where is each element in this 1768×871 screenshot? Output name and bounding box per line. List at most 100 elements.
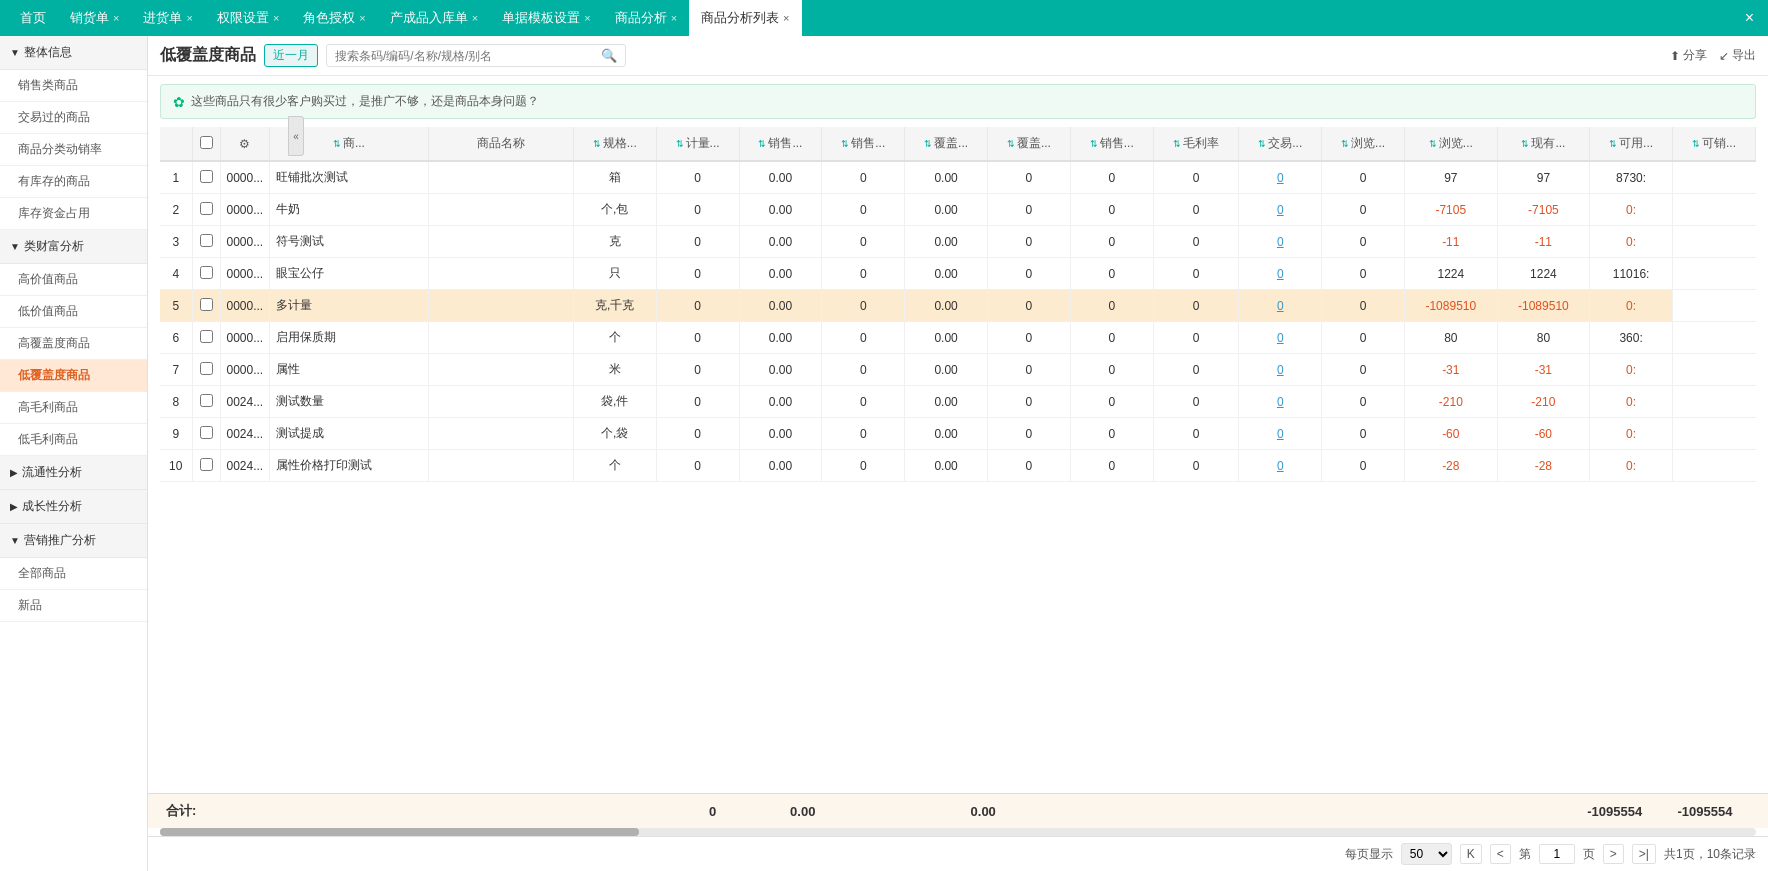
- sidebar-section-marketing[interactable]: ▼ 营销推广分析: [0, 524, 147, 558]
- cell-browse1[interactable]: 0: [1239, 290, 1322, 322]
- close-icon[interactable]: ×: [584, 12, 590, 24]
- cell-browse1[interactable]: 0: [1239, 354, 1322, 386]
- cell-check[interactable]: [192, 258, 220, 290]
- horizontal-scrollbar[interactable]: [160, 828, 639, 836]
- sidebar-section-liquidity[interactable]: ▶ 流通性分析: [0, 456, 147, 490]
- cell-cover-qty: 0: [822, 161, 905, 194]
- nav-templates[interactable]: 单据模板设置 ×: [490, 0, 602, 36]
- select-all-checkbox[interactable]: [200, 136, 213, 149]
- nav-permissions[interactable]: 权限设置 ×: [205, 0, 291, 36]
- nav-purchase[interactable]: 进货单 ×: [131, 0, 204, 36]
- cell-check[interactable]: [192, 226, 220, 258]
- next-page-button[interactable]: >: [1603, 844, 1624, 864]
- nav-analysis-list[interactable]: 商品分析列表 ×: [689, 0, 801, 36]
- cell-check[interactable]: [192, 450, 220, 482]
- row-checkbox[interactable]: [200, 298, 213, 311]
- sidebar-section-wealth[interactable]: ▼ 类财富分析: [0, 230, 147, 264]
- cell-check[interactable]: [192, 322, 220, 354]
- sidebar-section-overall[interactable]: ▼ 整体信息: [0, 36, 147, 70]
- cell-browse1[interactable]: 0: [1239, 258, 1322, 290]
- search-input[interactable]: [335, 49, 601, 63]
- table-row: 8 0024... 测试数量 袋,件 0 0.00 0 0.00 0 0 0 0…: [160, 386, 1756, 418]
- cell-sold-customers: 0: [987, 450, 1070, 482]
- share-button[interactable]: ⬆ 分享: [1670, 47, 1707, 64]
- cell-gross-rate: 0: [1070, 290, 1153, 322]
- nav-products[interactable]: 产成品入库单 ×: [378, 0, 490, 36]
- row-checkbox[interactable]: [200, 458, 213, 471]
- sidebar-item-stock-capital[interactable]: 库存资金占用: [0, 198, 147, 230]
- cell-browse1[interactable]: 0: [1239, 226, 1322, 258]
- row-checkbox[interactable]: [200, 266, 213, 279]
- nav-analysis[interactable]: 商品分析 ×: [603, 0, 689, 36]
- cell-cover-rate: 0.00: [905, 258, 988, 290]
- table-row: 7 0000... 属性 米 0 0.00 0 0.00 0 0 0 0 0 -…: [160, 354, 1756, 386]
- total-label: 合计:: [166, 802, 196, 820]
- close-icon[interactable]: ×: [273, 12, 279, 24]
- cell-browse1[interactable]: 0: [1239, 161, 1322, 194]
- export-button[interactable]: ↙ 导出: [1719, 47, 1756, 64]
- sidebar-collapse-button[interactable]: «: [288, 116, 304, 156]
- cell-sellable: 0:: [1590, 194, 1673, 226]
- cell-cover-qty: 0: [822, 322, 905, 354]
- sidebar-item-low-margin[interactable]: 低毛利商品: [0, 424, 147, 456]
- sidebar-item-high-coverage[interactable]: 高覆盖度商品: [0, 328, 147, 360]
- sidebar-item-sales-goods[interactable]: 销售类商品: [0, 70, 147, 102]
- sidebar-section-growth[interactable]: ▶ 成长性分析: [0, 490, 147, 524]
- date-filter-button[interactable]: 近一月: [264, 44, 318, 67]
- cell-sold-customers: 0: [987, 418, 1070, 450]
- sidebar-item-traded-goods[interactable]: 交易过的商品: [0, 102, 147, 134]
- cell-spec: [428, 226, 573, 258]
- export-icon: ↙: [1719, 49, 1729, 63]
- cell-current-stock: -28: [1405, 450, 1498, 482]
- page-number-input[interactable]: [1539, 844, 1575, 864]
- cell-browse1[interactable]: 0: [1239, 386, 1322, 418]
- col-settings[interactable]: ⚙: [220, 127, 270, 161]
- close-icon[interactable]: ×: [186, 12, 192, 24]
- sidebar-item-low-coverage[interactable]: 低覆盖度商品: [0, 360, 147, 392]
- cell-idx: 3: [160, 226, 192, 258]
- close-all-button[interactable]: ×: [1739, 7, 1760, 29]
- cell-browse1[interactable]: 0: [1239, 450, 1322, 482]
- cell-sellable: 0:: [1590, 450, 1673, 482]
- cell-check[interactable]: [192, 418, 220, 450]
- row-checkbox[interactable]: [200, 426, 213, 439]
- nav-sales[interactable]: 销货单 ×: [58, 0, 131, 36]
- cell-browse1[interactable]: 0: [1239, 194, 1322, 226]
- cell-check[interactable]: [192, 354, 220, 386]
- cell-check[interactable]: [192, 290, 220, 322]
- cell-check[interactable]: [192, 194, 220, 226]
- row-checkbox[interactable]: [200, 202, 213, 215]
- sidebar-item-high-margin[interactable]: 高毛利商品: [0, 392, 147, 424]
- close-icon[interactable]: ×: [359, 12, 365, 24]
- last-page-button[interactable]: >|: [1632, 844, 1656, 864]
- cell-browse1[interactable]: 0: [1239, 418, 1322, 450]
- row-checkbox[interactable]: [200, 330, 213, 343]
- cell-sold-customers: 0: [987, 194, 1070, 226]
- first-page-button[interactable]: K: [1460, 844, 1482, 864]
- cell-check[interactable]: [192, 161, 220, 194]
- close-icon[interactable]: ×: [671, 12, 677, 24]
- page-size-select[interactable]: 50 100 200: [1401, 843, 1452, 865]
- cell-check[interactable]: [192, 386, 220, 418]
- nav-home[interactable]: 首页: [8, 0, 58, 36]
- close-icon[interactable]: ×: [472, 12, 478, 24]
- sidebar-item-category-rate[interactable]: 商品分类动销率: [0, 134, 147, 166]
- cell-browse1[interactable]: 0: [1239, 322, 1322, 354]
- row-checkbox[interactable]: [200, 394, 213, 407]
- sidebar-item-low-value[interactable]: 低价值商品: [0, 296, 147, 328]
- prev-page-button[interactable]: <: [1490, 844, 1511, 864]
- sidebar-item-in-stock[interactable]: 有库存的商品: [0, 166, 147, 198]
- close-icon[interactable]: ×: [783, 12, 789, 24]
- cell-cover-rate: 0.00: [905, 450, 988, 482]
- cell-spec: [428, 258, 573, 290]
- row-checkbox[interactable]: [200, 362, 213, 375]
- sidebar-item-new-goods[interactable]: 新品: [0, 590, 147, 622]
- sidebar-item-all-goods[interactable]: 全部商品: [0, 558, 147, 590]
- row-checkbox[interactable]: [200, 170, 213, 183]
- col-check[interactable]: [192, 127, 220, 161]
- close-icon[interactable]: ×: [113, 12, 119, 24]
- row-checkbox[interactable]: [200, 234, 213, 247]
- search-icon: 🔍: [601, 48, 617, 63]
- nav-roles[interactable]: 角色授权 ×: [291, 0, 377, 36]
- sidebar-item-high-value[interactable]: 高价值商品: [0, 264, 147, 296]
